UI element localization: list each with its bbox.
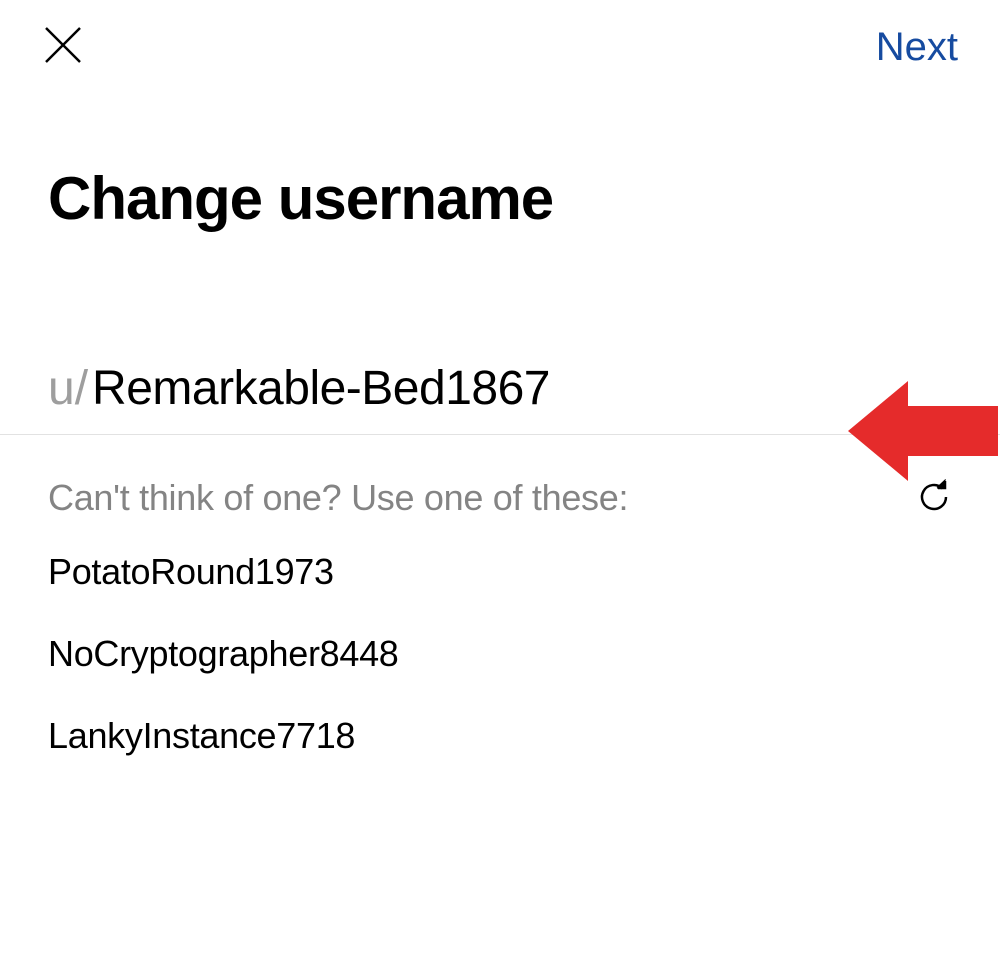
username-input[interactable]	[88, 361, 822, 416]
refresh-button[interactable]	[916, 479, 952, 518]
suggestion-item[interactable]: PotatoRound1973	[48, 551, 1000, 593]
username-prefix: u/	[48, 361, 88, 416]
suggestion-item[interactable]: NoCryptographer8448	[48, 633, 1000, 675]
refresh-icon	[916, 503, 952, 518]
page-title: Change username	[48, 164, 1000, 233]
input-underline	[0, 434, 1000, 435]
suggestion-item[interactable]: LankyInstance7718	[48, 715, 1000, 757]
suggestion-hint: Can't think of one? Use one of these:	[48, 477, 628, 519]
close-icon[interactable]	[42, 24, 84, 71]
username-input-row: u/	[48, 361, 1000, 416]
next-button[interactable]: Next	[876, 25, 958, 70]
suggestion-list: PotatoRound1973 NoCryptographer8448 Lank…	[48, 551, 1000, 757]
